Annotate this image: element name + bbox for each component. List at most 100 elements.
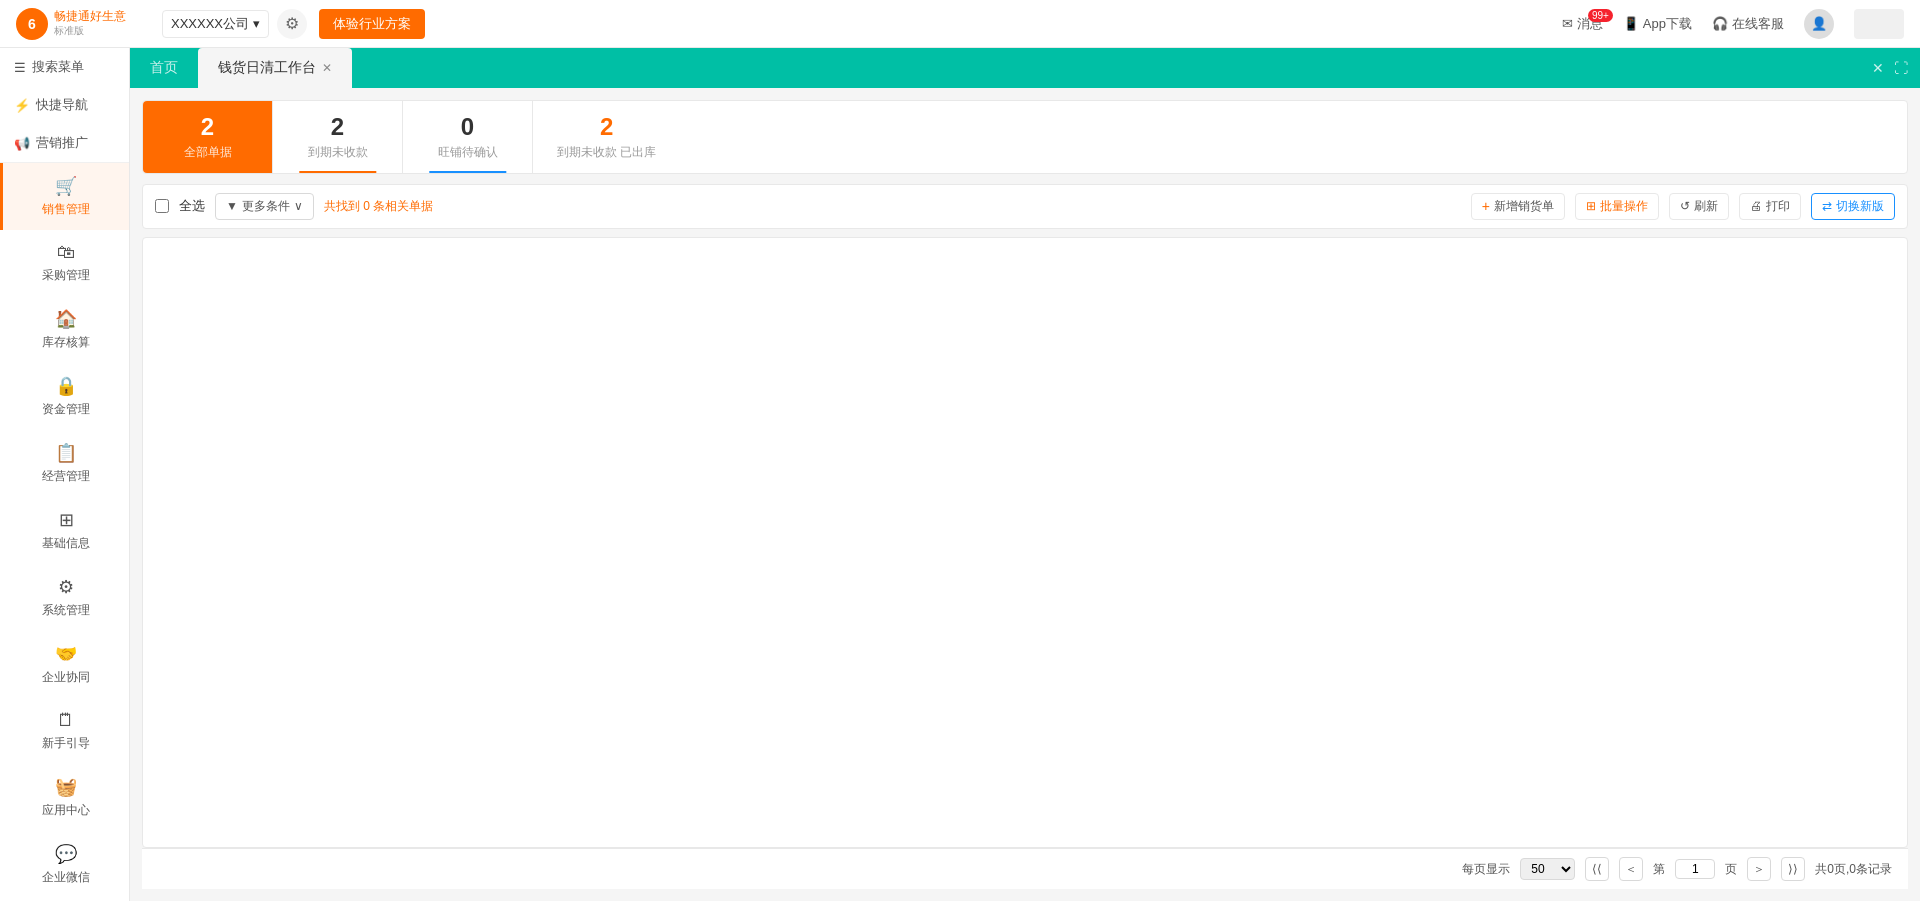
- enterprise-icon: 🤝: [55, 643, 77, 665]
- filter-chevron: ∨: [294, 199, 303, 213]
- print-button[interactable]: 🖨 打印: [1739, 193, 1801, 220]
- page-prev-btn[interactable]: ＜: [1619, 857, 1643, 881]
- page-last-btn[interactable]: ⟩⟩: [1781, 857, 1805, 881]
- filter-button[interactable]: ▼ 更多条件 ∨: [215, 193, 314, 220]
- sys-label: 系统管理: [42, 602, 90, 619]
- refresh-label: 刷新: [1694, 198, 1718, 215]
- tab-fullscreen-btn[interactable]: ⛶: [1894, 60, 1908, 76]
- plus-icon: +: [1482, 198, 1490, 214]
- message-icon: ✉: [1562, 16, 1573, 31]
- sidebar-item-purchase-mgmt[interactable]: 🛍 采购管理: [0, 230, 129, 296]
- search-menu-label: 搜索菜单: [32, 58, 84, 76]
- logo-icon: 6: [16, 8, 48, 40]
- guide-label: 新手引导: [42, 735, 90, 752]
- stat-card-all[interactable]: 2 全部单据: [143, 101, 273, 173]
- sidebar-item-search-menu[interactable]: ☰ 搜索菜单: [0, 48, 129, 86]
- sidebar-item-finance[interactable]: 🔒 资金管理: [0, 363, 129, 430]
- app-download-item[interactable]: 📱 App下载: [1623, 15, 1692, 33]
- sys-icon: ⚙: [58, 576, 74, 598]
- quick-nav-label: 快捷导航: [36, 96, 88, 114]
- total-info: 共0页,0条记录: [1815, 861, 1892, 878]
- batch-icon: ⊞: [1586, 199, 1596, 213]
- sidebar-item-app-center[interactable]: 🧺 应用中心: [0, 764, 129, 831]
- main-layout: ☰ 搜索菜单 ⚡ 快捷导航 📢 营销推广 🛒 销售管理 🛍 采购管理 🏠 库存核…: [0, 48, 1920, 901]
- sidebar-item-wechat[interactable]: 💬 企业微信: [0, 831, 129, 898]
- stat-label-wangpu: 旺铺待确认: [427, 144, 508, 161]
- search-menu-icon: ☰: [14, 60, 26, 75]
- marketing-label: 营销推广: [36, 134, 88, 152]
- app-center-icon: 🧺: [55, 776, 77, 798]
- marketing-icon: 📢: [14, 136, 30, 151]
- per-page-label: 每页显示: [1462, 861, 1510, 878]
- switch-label: 切换新版: [1836, 198, 1884, 215]
- batch-label: 批量操作: [1600, 198, 1648, 215]
- tab-workbench[interactable]: 钱货日清工作台 ✕: [198, 48, 352, 88]
- sidebar-item-basic-info[interactable]: ⊞ 基础信息: [0, 497, 129, 564]
- gear-icon: ⚙: [285, 14, 299, 33]
- tab-actions: ✕ ⛶: [1872, 60, 1920, 76]
- refresh-button[interactable]: ↺ 刷新: [1669, 193, 1729, 220]
- page-input[interactable]: [1675, 859, 1715, 879]
- table-empty-state: [143, 238, 1907, 847]
- purchase-label: 采购管理: [42, 267, 90, 284]
- app-download-label: App下载: [1643, 15, 1692, 33]
- refresh-icon: ↺: [1680, 199, 1690, 213]
- stat-count-unship: 2: [557, 113, 656, 142]
- new-btn-label: 新增销货单: [1494, 198, 1554, 215]
- select-all-label: 全选: [179, 197, 205, 215]
- sidebar-item-inventory[interactable]: 🏠 库存核算: [0, 296, 129, 363]
- stat-label-all: 全部单据: [167, 144, 248, 161]
- stat-label-unship: 到期未收款 已出库: [557, 144, 656, 161]
- message-item[interactable]: ✉ 消息 99+: [1562, 15, 1603, 33]
- tab-close-window-btn[interactable]: ✕: [1872, 60, 1884, 76]
- guide-icon: 🗒: [57, 710, 75, 731]
- sidebar-item-enterprise[interactable]: 🤝 企业协同: [0, 631, 129, 698]
- content-area: 首页 钱货日清工作台 ✕ ✕ ⛶ 2 全部单据 2 到期未收款: [130, 48, 1920, 901]
- per-page-select[interactable]: 50 100 200: [1520, 858, 1575, 880]
- dropdown-icon: ▾: [253, 16, 260, 31]
- settings-button[interactable]: ⚙: [277, 9, 307, 39]
- username-area: [1854, 9, 1904, 39]
- stat-count-all: 2: [167, 113, 248, 142]
- stat-count-wangpu: 0: [427, 113, 508, 142]
- batch-button[interactable]: ⊞ 批量操作: [1575, 193, 1659, 220]
- toolbar-left: 全选 ▼ 更多条件 ∨ 共找到 0 条相关单据: [155, 193, 1459, 220]
- sidebar-item-quick-nav[interactable]: ⚡ 快捷导航: [0, 86, 129, 124]
- page-label-di: 第: [1653, 861, 1665, 878]
- avatar[interactable]: 👤: [1804, 9, 1834, 39]
- sidebar-item-sys-mgmt[interactable]: ⚙ 系统管理: [0, 564, 129, 631]
- online-service-label: 在线客服: [1732, 15, 1784, 33]
- stat-underline-orange: [299, 171, 376, 173]
- stat-card-wangpu[interactable]: 0 旺铺待确认: [403, 101, 533, 173]
- tab-bar: 首页 钱货日清工作台 ✕ ✕ ⛶: [130, 48, 1920, 88]
- stat-card-overdue[interactable]: 2 到期未收款: [273, 101, 403, 173]
- sidebar-item-marketing[interactable]: 📢 营销推广: [0, 124, 129, 162]
- tab-workbench-label: 钱货日清工作台: [218, 59, 316, 77]
- found-count-text: 共找到 0 条相关单据: [324, 198, 433, 215]
- stat-card-unship[interactable]: 2 到期未收款 已出库: [533, 101, 680, 173]
- page-next-btn[interactable]: ＞: [1747, 857, 1771, 881]
- sidebar-item-guide[interactable]: 🗒 新手引导: [0, 698, 129, 764]
- switch-icon: ⇄: [1822, 199, 1832, 213]
- sidebar-item-sales-mgmt[interactable]: 🛒 销售管理: [0, 163, 129, 230]
- sales-icon: 🛒: [55, 175, 77, 197]
- company-selector[interactable]: XXXXXX公司 ▾: [162, 10, 269, 38]
- switch-version-button[interactable]: ⇄ 切换新版: [1811, 193, 1895, 220]
- tab-home-label: 首页: [150, 59, 178, 77]
- select-all-checkbox[interactable]: [155, 199, 169, 213]
- app-center-label: 应用中心: [42, 802, 90, 819]
- tab-close-icon[interactable]: ✕: [322, 61, 332, 75]
- tab-home[interactable]: 首页: [130, 48, 198, 88]
- inventory-icon: 🏠: [55, 308, 77, 330]
- toolbar-right: + 新增销货单 ⊞ 批量操作 ↺ 刷新 🖨 打印: [1471, 193, 1895, 220]
- online-service-item[interactable]: 🎧 在线客服: [1712, 15, 1784, 33]
- sidebar-item-operation[interactable]: 📋 经营管理: [0, 430, 129, 497]
- new-sales-button[interactable]: + 新增销货单: [1471, 193, 1565, 220]
- stat-underline-blue: [429, 171, 506, 173]
- trial-button[interactable]: 体验行业方案: [319, 9, 425, 39]
- found-count-number: 0: [363, 199, 370, 213]
- filter-icon: ▼: [226, 199, 238, 213]
- page-label-ye: 页: [1725, 861, 1737, 878]
- page-first-btn[interactable]: ⟨⟨: [1585, 857, 1609, 881]
- basic-info-icon: ⊞: [59, 509, 74, 531]
